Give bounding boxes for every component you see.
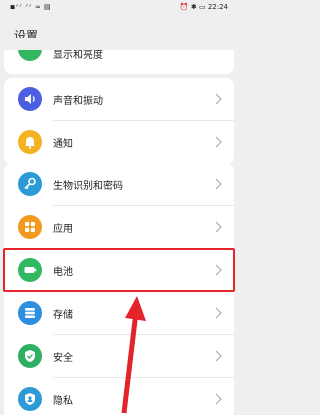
status-bar: ◾ᐟᐟ ᐟᐟ ≈ ▤ ⏰ ✱ ▭ 22:24 xyxy=(0,0,238,16)
storage-icon xyxy=(18,301,42,325)
settings-item-label: 应用 xyxy=(53,224,73,235)
bell-icon xyxy=(18,130,42,154)
settings-card-1: 声音和振动 通知 xyxy=(4,78,234,164)
settings-item-label: 电池 xyxy=(53,267,73,278)
chevron-right-icon xyxy=(215,93,222,105)
alarm-bluetooth-battery-icons: ⏰ ✱ ▭ xyxy=(179,3,206,11)
key-icon xyxy=(18,172,42,196)
scroll-mask xyxy=(0,38,238,50)
settings-item-label: 安全 xyxy=(53,353,73,364)
chevron-right-icon xyxy=(215,136,222,148)
battery-icon xyxy=(18,258,42,282)
settings-item-label: 生物识别和密码 xyxy=(53,181,123,192)
settings-item-label: 隐私 xyxy=(53,396,73,407)
signal-wifi-icons: ◾ᐟᐟ ᐟᐟ ≈ ▤ xyxy=(10,3,52,11)
settings-item-notifications[interactable]: 通知 xyxy=(4,121,234,164)
apps-icon xyxy=(18,215,42,239)
status-right: ⏰ ✱ ▭ 22:24 xyxy=(180,3,228,11)
speaker-icon xyxy=(18,87,42,111)
chevron-right-icon xyxy=(215,178,222,190)
settings-item-apps[interactable]: 应用 xyxy=(4,206,234,249)
settings-item-battery[interactable]: 电池 xyxy=(4,249,234,292)
privacy-icon xyxy=(18,387,42,411)
settings-item-biometrics[interactable]: 生物识别和密码 xyxy=(4,163,234,206)
clock: 22:24 xyxy=(207,3,228,11)
settings-card-2: 生物识别和密码 应用 电池 存储 安全 隐私 xyxy=(4,163,234,415)
chevron-right-icon xyxy=(215,307,222,319)
chevron-right-icon xyxy=(215,393,222,405)
settings-item-storage[interactable]: 存储 xyxy=(4,292,234,335)
shield-icon xyxy=(18,344,42,368)
settings-item-label: 存储 xyxy=(53,310,73,321)
settings-item-label: 声音和振动 xyxy=(53,96,103,107)
chevron-right-icon xyxy=(215,264,222,276)
settings-item-label: 通知 xyxy=(53,139,73,150)
settings-item-privacy[interactable]: 隐私 xyxy=(4,378,234,415)
settings-item-sound[interactable]: 声音和振动 xyxy=(4,78,234,121)
chevron-right-icon xyxy=(215,350,222,362)
settings-item-security[interactable]: 安全 xyxy=(4,335,234,378)
chevron-right-icon xyxy=(215,221,222,233)
